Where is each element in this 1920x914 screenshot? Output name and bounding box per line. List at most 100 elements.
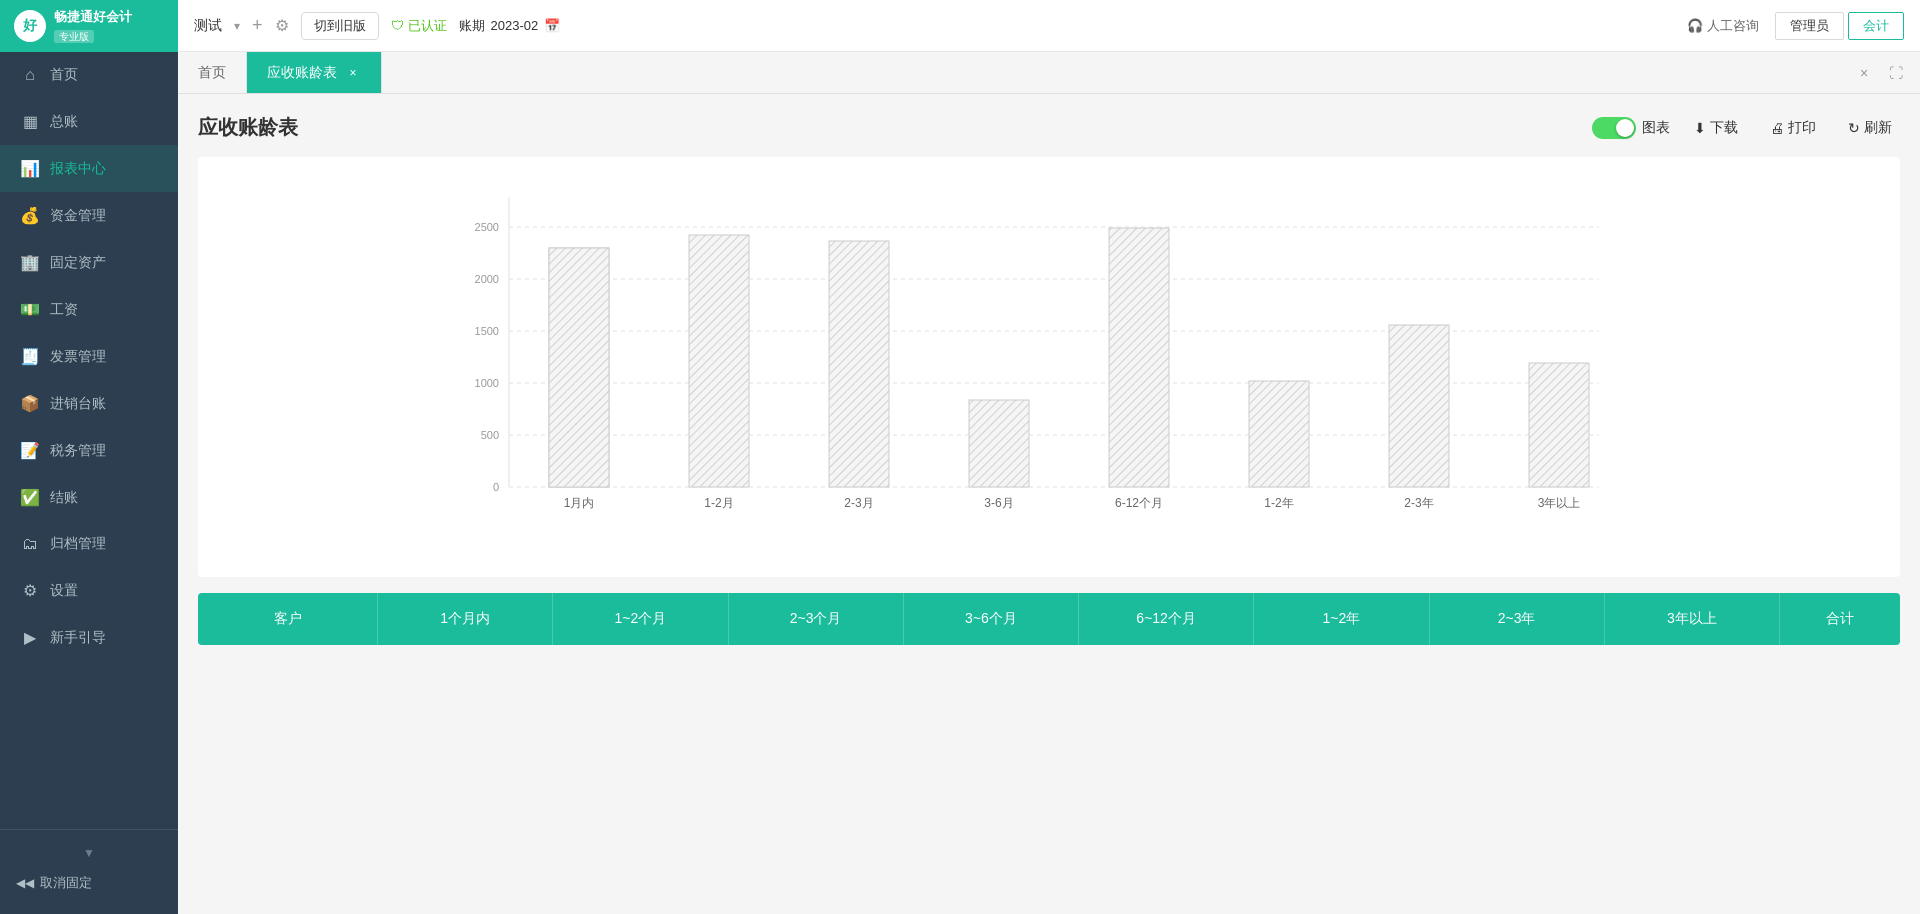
sidebar-item-settings[interactable]: ⚙ 设置	[0, 567, 178, 614]
toggle-switch[interactable]	[1592, 117, 1636, 139]
bar-chart: 0 500 1000 1500 2000 2500	[218, 177, 1880, 557]
salary-icon: 💵	[20, 300, 40, 319]
service-label: 人工咨询	[1707, 17, 1759, 35]
th-2-3month: 2~3个月	[729, 593, 904, 645]
tax-icon: 📝	[20, 441, 40, 460]
th-1-2month: 1~2个月	[553, 593, 728, 645]
bar-1-2year	[1249, 381, 1309, 487]
sidebar-item-capital-label: 资金管理	[50, 207, 106, 225]
calendar-icon[interactable]: 📅	[544, 18, 560, 33]
print-label: 打印	[1788, 119, 1816, 137]
sidebar-item-invoice-label: 发票管理	[50, 348, 106, 366]
home-icon: ⌂	[20, 66, 40, 84]
tab-close-icon[interactable]: ×	[345, 65, 361, 81]
x-label-3year-plus: 3年以上	[1538, 496, 1581, 510]
switch-version-button[interactable]: 切到旧版	[301, 12, 379, 40]
sidebar-item-tutorial-label: 新手引导	[50, 629, 106, 647]
logo-text-block: 畅捷通好会计 专业版	[54, 8, 132, 44]
tab-home-label: 首页	[198, 64, 226, 82]
logo-sub: 专业版	[54, 26, 132, 44]
sidebar-item-home-label: 首页	[50, 66, 78, 84]
main-area: 测试 ▾ + ⚙ 切到旧版 🛡 已认证 账期 2023-02 📅 🎧 人工咨询 …	[178, 0, 1920, 914]
th-3-6month: 3~6个月	[904, 593, 1079, 645]
sidebar-item-tax[interactable]: 📝 税务管理	[0, 427, 178, 474]
table-area: 客户 1个月内 1~2个月 2~3个月 3~6个月 6~12个月 1~2年 2~…	[198, 593, 1900, 645]
sidebar-item-archive[interactable]: 🗂 归档管理	[0, 521, 178, 567]
refresh-label: 刷新	[1864, 119, 1892, 137]
tabbar: 首页 应收账龄表 × × ⛶	[178, 52, 1920, 94]
svg-text:1500: 1500	[475, 325, 499, 337]
tab-receivable-aging-label: 应收账龄表	[267, 64, 337, 82]
sidebar-item-salary[interactable]: 💵 工资	[0, 286, 178, 333]
certified-status: 🛡 已认证	[391, 17, 447, 35]
download-button[interactable]: ⬇ 下载	[1686, 115, 1746, 141]
cancel-fixed-button[interactable]: ◀◀ 取消固定	[0, 864, 178, 902]
x-label-2-3month: 2-3月	[844, 496, 873, 510]
sidebar-item-home[interactable]: ⌂ 首页	[0, 52, 178, 98]
bar-3-6month	[969, 400, 1029, 487]
sidebar-item-close-account-label: 结账	[50, 489, 78, 507]
tutorial-icon: ▶	[20, 628, 40, 647]
bar-6-12month	[1109, 228, 1169, 487]
refresh-icon: ↻	[1848, 120, 1860, 136]
add-project-icon[interactable]: +	[252, 15, 263, 36]
sidebar-item-purchase-sales-label: 进销台账	[50, 395, 106, 413]
chart-toggle[interactable]: 图表	[1592, 117, 1670, 139]
print-button[interactable]: 🖨 打印	[1762, 115, 1824, 141]
logo-title: 畅捷通好会计	[54, 8, 132, 26]
x-label-1-2year: 1-2年	[1264, 496, 1293, 510]
sidebar-item-archive-label: 归档管理	[50, 535, 106, 553]
service-button[interactable]: 🎧 人工咨询	[1687, 17, 1759, 35]
project-dropdown-icon[interactable]: ▾	[234, 19, 240, 33]
th-1-2year: 1~2年	[1254, 593, 1429, 645]
sidebar-item-ledger[interactable]: ▦ 总账	[0, 98, 178, 145]
x-label-6-12month: 6-12个月	[1115, 496, 1163, 510]
sidebar-item-capital[interactable]: 💰 资金管理	[0, 192, 178, 239]
logo-icon: 好	[14, 10, 46, 42]
th-customer: 客户	[198, 593, 378, 645]
sidebar-item-reports[interactable]: 📊 报表中心	[0, 145, 178, 192]
sidebar-item-ledger-label: 总账	[50, 113, 78, 131]
sidebar-item-assets-label: 固定资产	[50, 254, 106, 272]
sidebar-item-tutorial[interactable]: ▶ 新手引导	[0, 614, 178, 661]
accountant-button[interactable]: 会计	[1848, 12, 1904, 40]
purchase-sales-icon: 📦	[20, 394, 40, 413]
x-label-2-3year: 2-3年	[1404, 496, 1433, 510]
cancel-fixed-icon: ◀◀	[16, 876, 34, 890]
sidebar-item-salary-label: 工资	[50, 301, 78, 319]
x-label-1-2month: 1-2月	[704, 496, 733, 510]
archive-icon: 🗂	[20, 535, 40, 553]
tab-receivable-aging[interactable]: 应收账龄表 ×	[247, 52, 382, 93]
th-6-12month: 6~12个月	[1079, 593, 1254, 645]
x-label-1month: 1月内	[564, 496, 595, 510]
tab-home[interactable]: 首页	[178, 52, 247, 93]
print-icon: 🖨	[1770, 120, 1784, 136]
bar-3year-plus	[1529, 363, 1589, 487]
svg-text:2000: 2000	[475, 273, 499, 285]
reports-icon: 📊	[20, 159, 40, 178]
period-info: 账期 2023-02 📅	[459, 17, 561, 35]
window-expand-button[interactable]: ⛶	[1884, 61, 1908, 85]
sidebar-item-purchase-sales[interactable]: 📦 进销台账	[0, 380, 178, 427]
bar-2-3month	[829, 241, 889, 487]
refresh-button[interactable]: ↻ 刷新	[1840, 115, 1900, 141]
chart-area: 0 500 1000 1500 2000 2500	[198, 157, 1900, 577]
cancel-fixed-label: 取消固定	[40, 874, 92, 892]
sidebar-item-assets[interactable]: 🏢 固定资产	[0, 239, 178, 286]
th-total: 合计	[1780, 593, 1900, 645]
window-close-button[interactable]: ×	[1852, 61, 1876, 85]
chart-wrapper: 0 500 1000 1500 2000 2500	[218, 177, 1880, 557]
window-controls: × ⛶	[1840, 52, 1920, 93]
sidebar-logo: 好 畅捷通好会计 专业版	[0, 0, 178, 52]
manager-button[interactable]: 管理员	[1775, 12, 1844, 40]
project-settings-icon[interactable]: ⚙	[275, 16, 289, 35]
sidebar-nav: ⌂ 首页 ▦ 总账 📊 报表中心 💰 资金管理 🏢 固定资产 💵 工资 🧾 发票…	[0, 52, 178, 829]
bar-2-3year	[1389, 325, 1449, 487]
close-account-icon: ✅	[20, 488, 40, 507]
sidebar-item-invoice[interactable]: 🧾 发票管理	[0, 333, 178, 380]
sidebar-item-close-account[interactable]: ✅ 结账	[0, 474, 178, 521]
page-title: 应收账龄表	[198, 114, 298, 141]
svg-text:2500: 2500	[475, 221, 499, 233]
sidebar: 好 畅捷通好会计 专业版 ⌂ 首页 ▦ 总账 📊 报表中心 💰 资金管理 🏢 固…	[0, 0, 178, 914]
certified-icon: 🛡	[391, 18, 404, 33]
